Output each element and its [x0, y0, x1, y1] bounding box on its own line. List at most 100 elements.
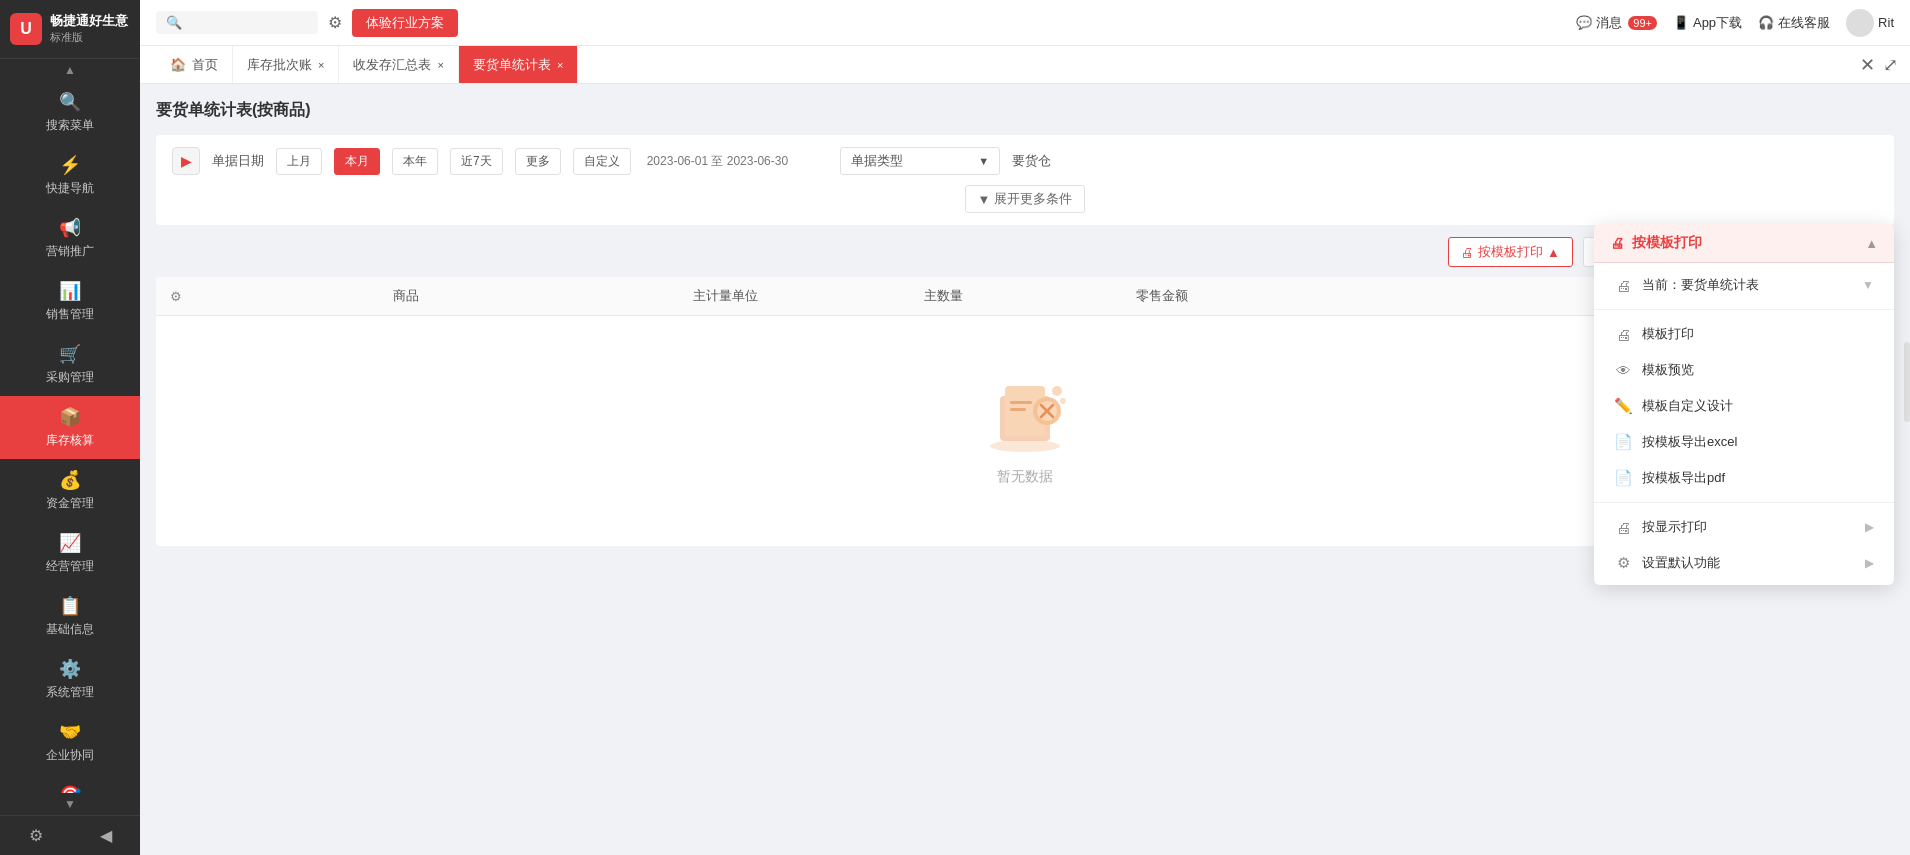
trial-button[interactable]: 体验行业方案 — [352, 9, 458, 37]
online-service-btn[interactable]: 🎧 在线客服 — [1758, 14, 1830, 32]
dropdown-item-template-pdf[interactable]: 📄 按模板导出pdf — [1594, 460, 1894, 496]
messages-btn[interactable]: 💬 消息 99+ — [1576, 14, 1657, 32]
dropdown-item-template-custom[interactable]: ✏️ 模板自定义设计 — [1594, 388, 1894, 424]
dropdown-close-icon[interactable]: ▲ — [1865, 236, 1878, 251]
dropdown-item-template-print[interactable]: 🖨 模板打印 — [1594, 316, 1894, 352]
sidebar-item-label: 系统管理 — [46, 684, 94, 701]
display-print-label: 按显示打印 — [1642, 518, 1707, 536]
template-custom-label: 模板自定义设计 — [1642, 397, 1733, 415]
dropdown-header-left: 🖨 按模板打印 — [1610, 234, 1702, 252]
dropdown-header[interactable]: 🖨 按模板打印 ▲ — [1594, 224, 1894, 263]
expand-icon: ▼ — [978, 192, 991, 207]
app-download-btn[interactable]: 📱 App下载 — [1673, 14, 1742, 32]
tab-close-inventory-batch[interactable]: × — [318, 59, 324, 71]
sidebar-item-label: 搜索菜单 — [46, 117, 94, 134]
tab-close-receipt-summary[interactable]: × — [437, 59, 443, 71]
template-preview-icon: 👁 — [1614, 362, 1632, 379]
sidebar-scroll-down[interactable]: ▼ — [0, 793, 140, 815]
sidebar-item-basic[interactable]: 📋 基础信息 — [0, 585, 140, 648]
tab-inventory-batch-label: 库存批次账 — [247, 56, 312, 74]
collab-icon: 🤝 — [59, 721, 81, 743]
sidebar-item-finance[interactable]: 💰 资金管理 — [0, 459, 140, 522]
th-unit: 主计量单位 — [617, 287, 835, 305]
service-icon: 🎧 — [1758, 15, 1774, 30]
goods-filter-label: 要货仓 — [1012, 152, 1051, 170]
sidebar-collapse-btn[interactable]: ◀ — [100, 826, 112, 845]
dropdown-item-template-excel[interactable]: 📄 按模板导出excel — [1594, 424, 1894, 460]
topbar-gear-btn[interactable]: ⚙ — [328, 13, 342, 32]
brand-name: 畅捷通好生意 — [50, 12, 128, 30]
sidebar-item-sales[interactable]: 📊 销售管理 — [0, 270, 140, 333]
sidebar-item-label: 营销推广 — [46, 243, 94, 260]
app-logo-text: 畅捷通好生意 标准版 — [50, 12, 128, 46]
filter-collapse-btn[interactable]: ▶ — [172, 147, 200, 175]
sidebar-item-search[interactable]: 🔍 搜索菜单 — [0, 81, 140, 144]
sidebar-scroll-up[interactable]: ▲ — [0, 59, 140, 81]
sidebar-item-purchase[interactable]: 🛒 采购管理 — [0, 333, 140, 396]
sales-icon: 📊 — [59, 280, 81, 302]
print-dropdown-menu: 🖨 按模板打印 ▲ 🖨 当前：要货单统计表 ▼ — [1594, 224, 1894, 585]
sidebar-nav: 🔍 搜索菜单 ⚡ 快捷导航 📢 营销推广 📊 销售管理 🛒 采购管理 📦 库存核… — [0, 81, 140, 793]
gear-icon[interactable]: ⚙ — [170, 289, 182, 304]
main-content: 🔍 ⚙ 体验行业方案 💬 消息 99+ 📱 App下载 🎧 在线客服 R — [140, 0, 1910, 855]
tab-order-summary[interactable]: 要货单统计表 × — [459, 46, 578, 84]
date-btn-last-month[interactable]: 上月 — [276, 148, 322, 175]
type-filter-chevron: ▼ — [978, 155, 989, 167]
svg-point-9 — [1052, 386, 1062, 396]
sidebar-item-label: 采购管理 — [46, 369, 94, 386]
dropdown-current-label: 当前：要货单统计表 — [1642, 276, 1759, 294]
topbar-search-input[interactable] — [188, 15, 308, 30]
date-filter-label: 单据日期 — [212, 152, 264, 170]
dropdown-header-right: ▲ — [1865, 236, 1878, 251]
app-download-label: App下载 — [1693, 14, 1742, 32]
date-btn-this-year[interactable]: 本年 — [392, 148, 438, 175]
sidebar-item-guide[interactable]: 🎯 新手引导 — [0, 774, 140, 793]
inventory-icon: 📦 — [59, 406, 81, 428]
sidebar-item-operations[interactable]: 📈 经营管理 — [0, 522, 140, 585]
tabs-bar: 🏠 首页 库存批次账 × 收发存汇总表 × 要货单统计表 × ✕ ⤢ — [140, 46, 1910, 84]
sidebar-item-marketing[interactable]: 📢 营销推广 — [0, 207, 140, 270]
print-icon: 🖨 — [1461, 245, 1474, 260]
tab-close-order-summary[interactable]: × — [557, 59, 563, 71]
sidebar-item-shortcut[interactable]: ⚡ 快捷导航 — [0, 144, 140, 207]
sidebar-item-inventory[interactable]: 📦 库存核算 — [0, 396, 140, 459]
template-print-label: 模板打印 — [1642, 325, 1694, 343]
svg-rect-7 — [1010, 401, 1032, 404]
date-btn-custom[interactable]: 自定义 — [573, 148, 631, 175]
sidebar-item-collab[interactable]: 🤝 企业协同 — [0, 711, 140, 774]
finance-icon: 💰 — [59, 469, 81, 491]
tab-receipt-summary[interactable]: 收发存汇总表 × — [339, 46, 458, 84]
date-btn-more[interactable]: 更多 — [515, 148, 561, 175]
page-container: 要货单统计表(按商品) ▶ 单据日期 上月 本月 本年 近7天 更多 自定义 2… — [140, 84, 1910, 855]
sidebar-item-label: 销售管理 — [46, 306, 94, 323]
set-default-chevron: ▶ — [1865, 556, 1874, 570]
tabs-expand-btn[interactable]: ⤢ — [1883, 54, 1898, 76]
search-icon: 🔍 — [59, 91, 81, 113]
dropdown-display-print[interactable]: 🖨 按显示打印 ▶ — [1594, 509, 1894, 545]
side-scrollbar[interactable] — [1904, 342, 1910, 422]
type-filter-select[interactable]: 单据类型 ▼ — [840, 147, 1000, 175]
online-service-label: 在线客服 — [1778, 14, 1830, 32]
tab-order-summary-label: 要货单统计表 — [473, 56, 551, 74]
tab-inventory-batch[interactable]: 库存批次账 × — [233, 46, 339, 84]
date-btn-this-month[interactable]: 本月 — [334, 148, 380, 175]
tab-home[interactable]: 🏠 首页 — [156, 46, 233, 84]
expand-filter-btn[interactable]: ▼ 展开更多条件 — [965, 185, 1086, 213]
th-amount: 零售金额 — [1053, 287, 1271, 305]
user-profile-btn[interactable]: Rit — [1846, 9, 1894, 37]
template-custom-icon: ✏️ — [1614, 397, 1632, 415]
dropdown-divider-2 — [1594, 502, 1894, 503]
page-title: 要货单统计表(按商品) — [156, 100, 1894, 121]
date-btn-7days[interactable]: 近7天 — [450, 148, 503, 175]
dropdown-item-template-preview[interactable]: 👁 模板预览 — [1594, 352, 1894, 388]
dropdown-current-item[interactable]: 🖨 当前：要货单统计表 ▼ — [1594, 267, 1894, 303]
system-icon: ⚙️ — [59, 658, 81, 680]
sidebar-item-system[interactable]: ⚙️ 系统管理 — [0, 648, 140, 711]
topbar-search-box[interactable]: 🔍 — [156, 11, 318, 34]
sidebar-item-label: 快捷导航 — [46, 180, 94, 197]
sidebar-settings-btn[interactable]: ⚙ — [29, 826, 43, 845]
print-template-btn[interactable]: 🖨 按模板打印 ▲ — [1448, 237, 1573, 267]
filter-row-1: ▶ 单据日期 上月 本月 本年 近7天 更多 自定义 2023-06-01 至 … — [172, 147, 1878, 175]
tabs-close-all-btn[interactable]: ✕ — [1860, 54, 1875, 76]
dropdown-set-default[interactable]: ⚙ 设置默认功能 ▶ — [1594, 545, 1894, 581]
